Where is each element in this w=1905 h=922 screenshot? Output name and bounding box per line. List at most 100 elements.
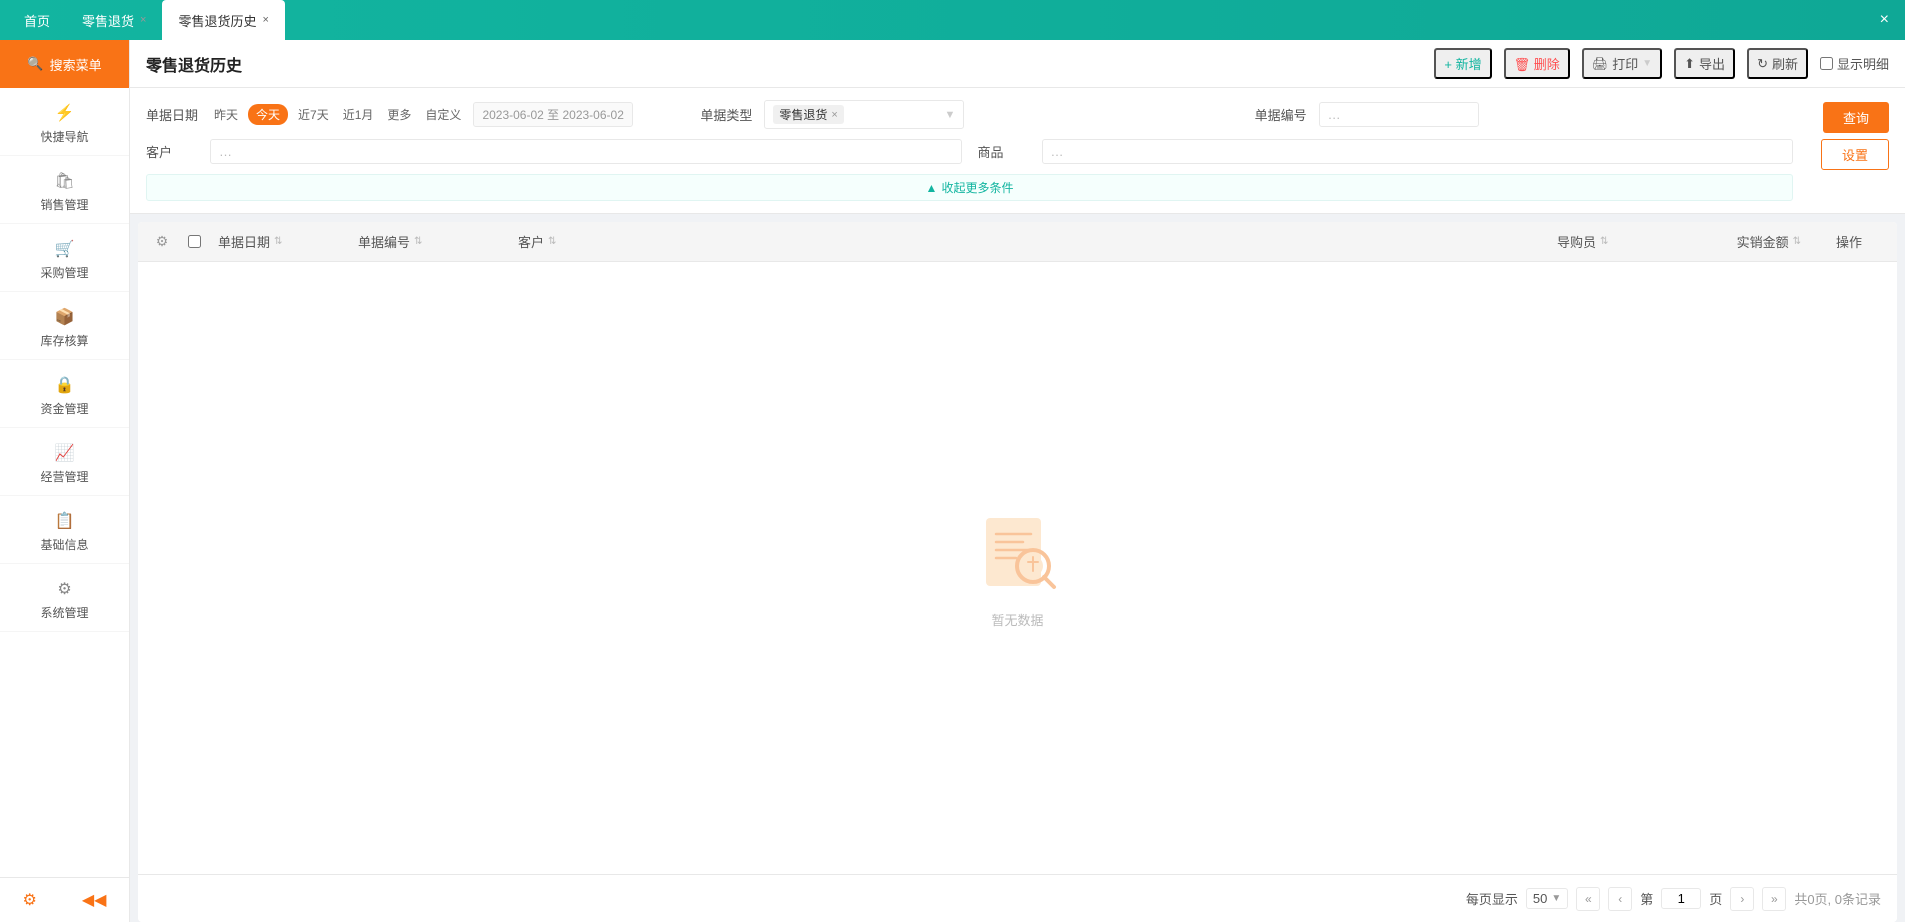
empty-state: 暂无数据 bbox=[138, 262, 1897, 874]
show-detail-checkbox[interactable] bbox=[1820, 57, 1833, 70]
main-layout: 🔍 搜索菜单 ⚡ 快捷导航 🛍 销售管理 🛒 采购管理 📦 库存核算 🔒 资金管… bbox=[0, 40, 1905, 922]
sidebar-volume-button[interactable]: ◀◀ bbox=[74, 886, 115, 914]
sidebar-item-operations-label: 经营管理 bbox=[40, 468, 88, 485]
sidebar-item-quick-nav[interactable]: ⚡ 快捷导航 bbox=[0, 88, 129, 156]
sidebar-item-purchase-mgmt[interactable]: 🛒 采购管理 bbox=[0, 224, 129, 292]
page-number-input[interactable] bbox=[1661, 888, 1701, 909]
collapse-button[interactable]: ▲ 收起更多条件 bbox=[146, 174, 1793, 201]
page-size-value: 50 bbox=[1533, 891, 1547, 906]
query-button[interactable]: 查询 bbox=[1823, 102, 1889, 133]
tab-retail-return-history-close[interactable]: × bbox=[262, 14, 268, 26]
table-area: ⚙ 单据日期 ⇅ 单据编号 ⇅ 客户 ⇅ 导购员 ⇅ bbox=[138, 222, 1897, 922]
page-label-post: 页 bbox=[1709, 889, 1722, 908]
sales-mgmt-icon: 🛍 bbox=[54, 170, 76, 192]
export-icon: ⬆ bbox=[1684, 56, 1695, 72]
th-date[interactable]: 单据日期 ⇅ bbox=[210, 232, 350, 251]
sidebar-search-label: 搜索菜单 bbox=[50, 55, 102, 74]
tab-retail-return[interactable]: 零售退货 × bbox=[66, 0, 162, 40]
top-bar: 首页 零售退货 × 零售退货历史 × × bbox=[0, 0, 1905, 40]
search-icon: 🔍 bbox=[27, 56, 43, 72]
sidebar-settings-button[interactable]: ⚙ bbox=[15, 886, 45, 914]
select-all-checkbox[interactable] bbox=[188, 235, 201, 248]
last-page-button[interactable]: » bbox=[1762, 887, 1786, 911]
goods-filter-label: 商品 bbox=[978, 142, 1034, 161]
date-today[interactable]: 今天 bbox=[248, 104, 288, 125]
export-button[interactable]: ⬆ 导出 bbox=[1674, 48, 1735, 79]
filter-area: 单据日期 昨天 今天 近7天 近1月 更多 自定义 2023-06-02 至 2… bbox=[130, 88, 1905, 214]
sidebar-item-finance-label: 资金管理 bbox=[40, 400, 88, 417]
doc-type-label: 单据类型 bbox=[700, 105, 756, 124]
tab-retail-return-history-label: 零售退货历史 bbox=[178, 11, 256, 30]
sidebar-item-inventory[interactable]: 📦 库存核算 bbox=[0, 292, 129, 360]
date-yesterday[interactable]: 昨天 bbox=[210, 104, 242, 125]
th-date-label: 单据日期 bbox=[218, 232, 270, 251]
th-customer[interactable]: 客户 ⇅ bbox=[510, 232, 1549, 251]
doc-type-tag-remove[interactable]: × bbox=[831, 109, 837, 121]
collapse-up-icon: ▲ bbox=[926, 181, 938, 195]
customer-filter-label: 客户 bbox=[146, 142, 202, 161]
sidebar-item-purchase-mgmt-label: 采购管理 bbox=[40, 264, 88, 281]
sidebar-item-sales-mgmt[interactable]: 🛍 销售管理 bbox=[0, 156, 129, 224]
delete-button[interactable]: 🗑 删除 bbox=[1504, 48, 1570, 79]
page-size-select[interactable]: 50 ▼ bbox=[1526, 888, 1568, 909]
th-guide[interactable]: 导购员 ⇅ bbox=[1549, 232, 1689, 251]
sidebar-item-basic-info[interactable]: 📋 基础信息 bbox=[0, 496, 129, 564]
date-more[interactable]: 更多 bbox=[383, 104, 415, 125]
first-page-button[interactable]: « bbox=[1576, 887, 1600, 911]
main-content: 零售退货历史 + 新增 🗑 删除 🖨 打印 ▼ ⬆ 导出 ↻ 刷新 bbox=[130, 40, 1905, 922]
date-custom[interactable]: 自定义 bbox=[421, 104, 465, 125]
doc-type-tag: 零售退货 × bbox=[773, 105, 843, 124]
sidebar-item-operations[interactable]: 📈 经营管理 bbox=[0, 428, 129, 496]
quick-nav-icon: ⚡ bbox=[54, 102, 76, 124]
table-select-all[interactable] bbox=[178, 235, 210, 248]
date-range-display[interactable]: 2023-06-02 至 2023-06-02 bbox=[473, 102, 632, 127]
doc-type-filter-group: 单据类型 零售退货 × ▼ bbox=[700, 100, 1238, 129]
page-label-pre: 第 bbox=[1640, 889, 1653, 908]
goods-input[interactable]: … bbox=[1042, 139, 1794, 164]
sidebar-item-sys-mgmt-label: 系统管理 bbox=[40, 604, 88, 621]
tab-retail-return-close[interactable]: × bbox=[140, 14, 146, 26]
collapse-label: 收起更多条件 bbox=[941, 179, 1013, 196]
new-button[interactable]: + 新增 bbox=[1434, 48, 1491, 79]
page-title: 零售退货历史 bbox=[146, 52, 242, 76]
sidebar-bottom: ⚙ ◀◀ bbox=[0, 877, 129, 922]
th-num[interactable]: 单据编号 ⇅ bbox=[350, 232, 510, 251]
show-detail-text: 显示明细 bbox=[1837, 54, 1889, 73]
filter-settings-button[interactable]: 设置 bbox=[1821, 139, 1889, 170]
tab-home-label: 首页 bbox=[24, 11, 50, 30]
date-last-month[interactable]: 近1月 bbox=[339, 104, 378, 125]
doc-num-label: 单据编号 bbox=[1255, 105, 1311, 124]
sidebar-item-finance[interactable]: 🔒 资金管理 bbox=[0, 360, 129, 428]
total-info: 共0页, 0条记录 bbox=[1794, 889, 1881, 908]
th-guide-sort-icon: ⇅ bbox=[1600, 236, 1608, 247]
tab-retail-return-label: 零售退货 bbox=[82, 11, 134, 30]
print-button[interactable]: 🖨 打印 ▼ bbox=[1582, 48, 1662, 79]
th-amount[interactable]: 实销金额 ⇅ bbox=[1689, 232, 1809, 251]
doc-type-tag-label: 零售退货 bbox=[779, 106, 827, 123]
sidebar-search[interactable]: 🔍 搜索菜单 bbox=[0, 40, 129, 88]
window-close-button[interactable]: × bbox=[1872, 11, 1897, 29]
finance-icon: 🔒 bbox=[54, 374, 76, 396]
th-date-sort-icon: ⇅ bbox=[274, 236, 282, 247]
th-action-label: 操作 bbox=[1836, 232, 1862, 251]
doc-type-select[interactable]: 零售退货 × ▼ bbox=[764, 100, 964, 129]
date-last7[interactable]: 近7天 bbox=[294, 104, 333, 125]
header-actions: + 新增 🗑 删除 🖨 打印 ▼ ⬆ 导出 ↻ 刷新 显示明细 bbox=[1434, 48, 1889, 79]
customer-input[interactable]: … bbox=[210, 139, 962, 164]
print-label: 打印 bbox=[1612, 54, 1638, 73]
date-filter-group: 单据日期 昨天 今天 近7天 近1月 更多 自定义 2023-06-02 至 2… bbox=[146, 102, 684, 127]
tab-home[interactable]: 首页 bbox=[8, 0, 66, 40]
next-page-button[interactable]: › bbox=[1730, 887, 1754, 911]
date-filter-label: 单据日期 bbox=[146, 105, 202, 124]
sidebar-item-sys-mgmt[interactable]: ⚙ 系统管理 bbox=[0, 564, 129, 632]
table-settings-icon[interactable]: ⚙ bbox=[146, 233, 178, 250]
th-amount-sort-icon: ⇅ bbox=[1793, 236, 1801, 247]
show-detail-label[interactable]: 显示明细 bbox=[1820, 54, 1889, 73]
table-header: ⚙ 单据日期 ⇅ 单据编号 ⇅ 客户 ⇅ 导购员 ⇅ bbox=[138, 222, 1897, 262]
refresh-button[interactable]: ↻ 刷新 bbox=[1747, 48, 1808, 79]
sidebar-item-basic-info-label: 基础信息 bbox=[40, 536, 88, 553]
prev-page-button[interactable]: ‹ bbox=[1608, 887, 1632, 911]
tab-retail-return-history[interactable]: 零售退货历史 × bbox=[162, 0, 284, 40]
doc-num-input[interactable]: … bbox=[1319, 102, 1479, 127]
print-icon: 🖨 bbox=[1592, 56, 1609, 72]
